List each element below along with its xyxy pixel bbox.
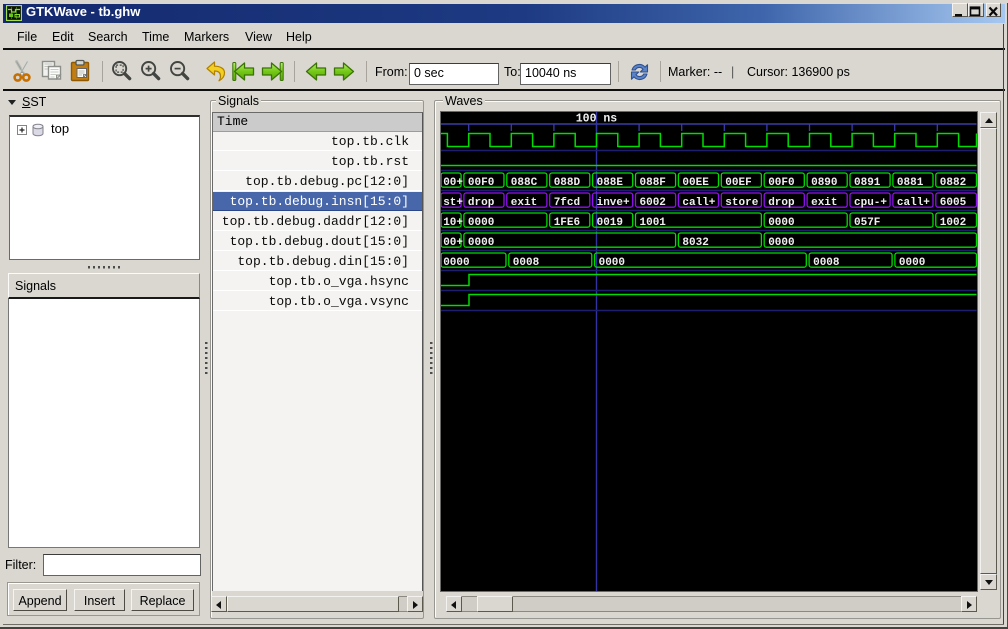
svg-text:st+: st+ [443, 197, 463, 209]
svg-text:10+: 10+ [443, 217, 463, 229]
svg-text:0890: 0890 [811, 177, 837, 189]
svg-text:drop: drop [468, 197, 495, 209]
svg-text:088D: 088D [554, 177, 581, 189]
svg-text:100 ns: 100 ns [576, 113, 618, 126]
svg-text:7fcd: 7fcd [554, 197, 580, 209]
svg-text:drop: drop [768, 197, 795, 209]
svg-text:088C: 088C [511, 177, 538, 189]
svg-text:0000: 0000 [768, 217, 794, 229]
svg-text:cpu-+: cpu-+ [854, 197, 887, 209]
svg-text:call+: call+ [682, 197, 715, 209]
svg-text:00F0: 00F0 [468, 177, 494, 189]
svg-text:057F: 057F [854, 217, 880, 229]
svg-text:088F: 088F [640, 177, 666, 189]
svg-text:8032: 8032 [682, 237, 708, 249]
svg-text:1FE6: 1FE6 [554, 217, 580, 229]
svg-text:0000: 0000 [443, 257, 469, 269]
svg-text:00EE: 00EE [682, 177, 709, 189]
svg-text:inve+: inve+ [597, 197, 630, 209]
svg-text:0891: 0891 [854, 177, 881, 189]
svg-text:00F0: 00F0 [768, 177, 794, 189]
svg-text:0000: 0000 [768, 237, 794, 249]
svg-text:0000: 0000 [899, 257, 925, 269]
svg-text:0000: 0000 [468, 217, 494, 229]
svg-text:0000: 0000 [599, 257, 625, 269]
svg-text:00+: 00+ [443, 177, 463, 189]
svg-text:0000: 0000 [468, 237, 494, 249]
svg-text:exit: exit [511, 197, 537, 209]
svg-text:6002: 6002 [640, 197, 666, 209]
svg-text:0008: 0008 [513, 257, 540, 269]
svg-text:0881: 0881 [897, 177, 924, 189]
svg-text:00+: 00+ [443, 237, 463, 249]
svg-text:0008: 0008 [813, 257, 840, 269]
svg-text:exit: exit [811, 197, 837, 209]
svg-text:store: store [725, 197, 758, 209]
svg-text:6005: 6005 [940, 197, 967, 209]
svg-text:0882: 0882 [940, 177, 966, 189]
svg-text:1001: 1001 [640, 217, 667, 229]
svg-text:call+: call+ [897, 197, 930, 209]
svg-text:0019: 0019 [597, 217, 623, 229]
svg-text:1002: 1002 [940, 217, 966, 229]
svg-text:00EF: 00EF [725, 177, 751, 189]
svg-text:088E: 088E [597, 177, 624, 189]
